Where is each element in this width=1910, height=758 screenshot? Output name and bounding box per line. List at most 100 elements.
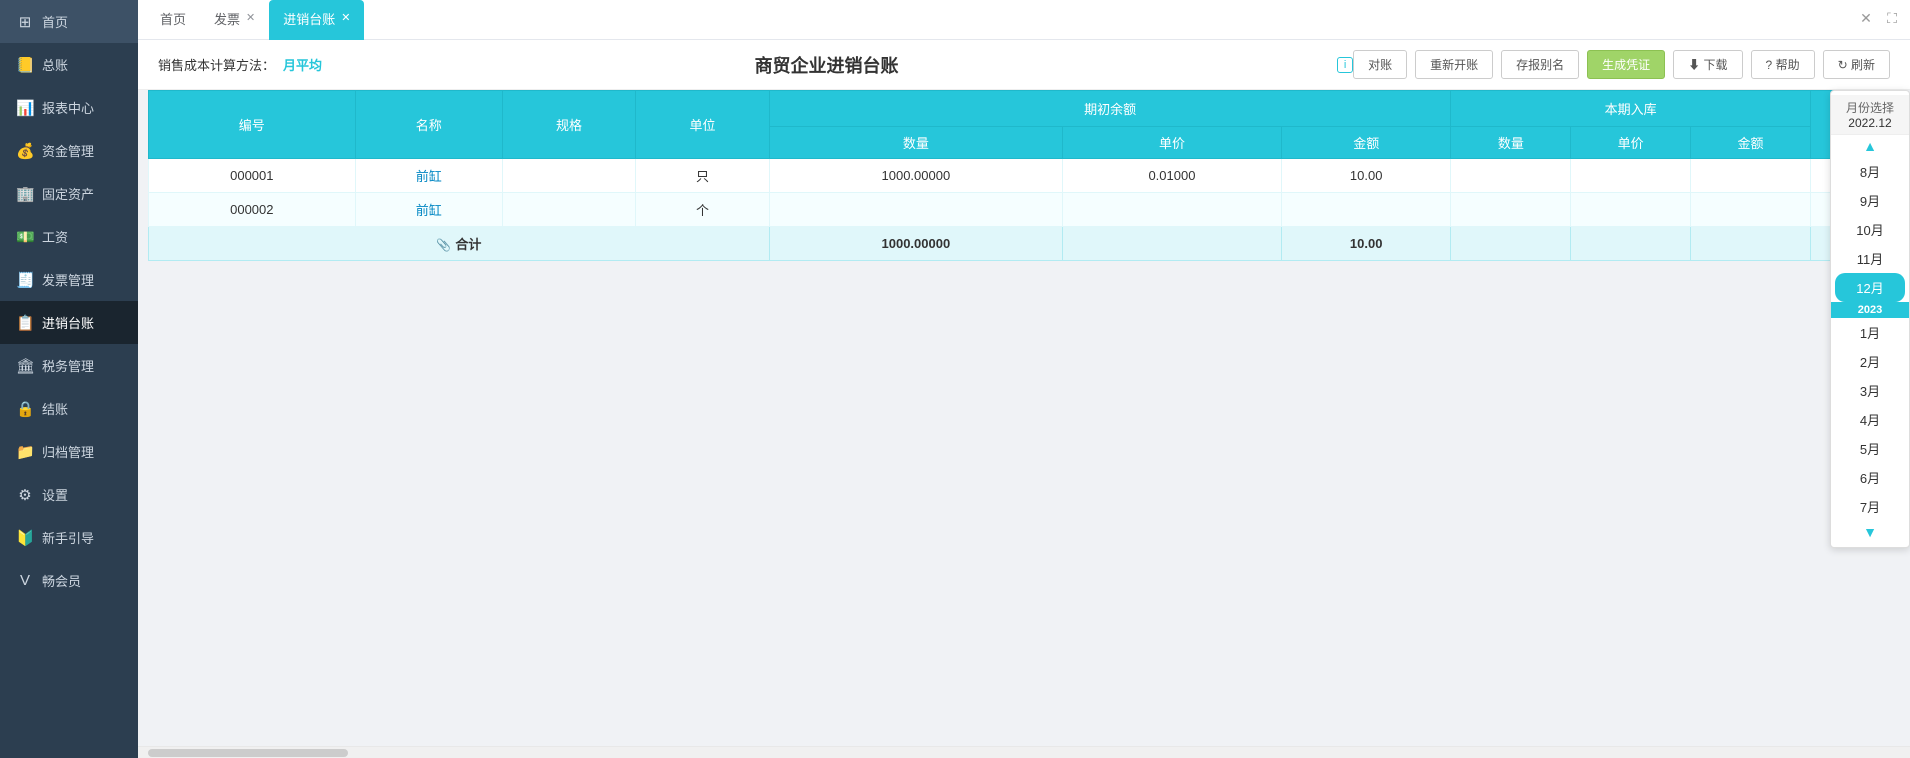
help-icon: ? xyxy=(1766,58,1773,72)
page-title: 商贸企业进销台账 xyxy=(322,52,1331,78)
tabs-bar: 首页发票✕进销台账✕ xyxy=(138,0,1910,40)
sidebar-item-home[interactable]: ⊞首页 xyxy=(0,0,138,43)
sidebar-item-ledger[interactable]: 📒总账 xyxy=(0,43,138,86)
cell-unit: 个 xyxy=(636,193,769,227)
maximize-window-button[interactable]: ⛶ xyxy=(1882,8,1902,28)
reopen-button[interactable]: 重新开账 xyxy=(1415,50,1493,79)
sub-qty-opening: 数量 xyxy=(769,127,1062,159)
archive-icon: 📁 xyxy=(16,443,34,461)
main-content: 首页发票✕进销台账✕ 销售成本计算方法： 月平均 商贸企业进销台账 i 对账 重… xyxy=(138,0,1910,758)
tab-close-invoice[interactable]: ✕ xyxy=(246,13,255,24)
save-as-button[interactable]: 存报别名 xyxy=(1501,50,1579,79)
sidebar-item-closing[interactable]: 🔒结账 xyxy=(0,387,138,430)
toolbar: 销售成本计算方法： 月平均 商贸企业进销台账 i 对账 重新开账 存报别名 生成… xyxy=(138,40,1910,90)
month-item-2022-8月[interactable]: 8月 xyxy=(1831,157,1909,186)
salary-icon: 💵 xyxy=(16,228,34,246)
sidebar-item-archive[interactable]: 📁归档管理 xyxy=(0,430,138,473)
name-link[interactable]: 前缸 xyxy=(416,169,442,184)
col-group-opening: 期初余额 xyxy=(769,91,1451,127)
cell-price-in xyxy=(1571,159,1691,193)
tab-home[interactable]: 首页 xyxy=(146,0,200,40)
tax-icon: 🏛 xyxy=(16,357,34,375)
toolbar-left: 销售成本计算方法： 月平均 xyxy=(158,55,322,74)
refresh-button[interactable]: ↻ 刷新 xyxy=(1823,50,1890,79)
table-header-top: 编号 名称 规格 单位 期初余额 本期入库 数 xyxy=(149,91,1900,127)
reconcile-button[interactable]: 对账 xyxy=(1353,50,1407,79)
sidebar-item-settings[interactable]: ⚙设置 xyxy=(0,473,138,516)
ledger-icon: 📒 xyxy=(16,56,34,74)
cell-code: 000002 xyxy=(149,193,356,227)
total-amount-in xyxy=(1691,227,1811,261)
tab-inventory[interactable]: 进销台账✕ xyxy=(269,0,364,40)
sidebar-label-funds: 资金管理 xyxy=(42,141,94,160)
month-item-2022-11月[interactable]: 11月 xyxy=(1831,244,1909,273)
sidebar-label-salary: 工资 xyxy=(42,227,68,246)
month-item-2023-3月[interactable]: 3月 xyxy=(1831,376,1909,405)
help-button[interactable]: ? 帮助 xyxy=(1751,50,1815,79)
name-link[interactable]: 前缸 xyxy=(416,203,442,218)
cell-amount-in xyxy=(1691,193,1811,227)
month-item-2022-9月[interactable]: 9月 xyxy=(1831,186,1909,215)
current-year-display: 2022.12 xyxy=(1848,116,1891,130)
cell-price-opening xyxy=(1062,193,1281,227)
cell-amount-in xyxy=(1691,159,1811,193)
guide-icon: 🔰 xyxy=(16,529,34,547)
sidebar-item-guide[interactable]: 🔰新手引导 xyxy=(0,516,138,559)
month-item-2023-7月[interactable]: 7月 xyxy=(1831,492,1909,521)
month-item-2022-10月[interactable]: 10月 xyxy=(1831,215,1909,244)
year-label-2023: 2023 xyxy=(1831,302,1909,318)
download-button[interactable]: ⬇ 下载 xyxy=(1673,50,1742,79)
sub-price-in: 单价 xyxy=(1571,127,1691,159)
month-scroll-up[interactable]: ▲ xyxy=(1831,135,1909,157)
tab-label-home: 首页 xyxy=(160,9,186,28)
cell-amount-opening xyxy=(1281,193,1451,227)
month-item-2023-6月[interactable]: 6月 xyxy=(1831,463,1909,492)
cell-name[interactable]: 前缸 xyxy=(355,159,502,193)
cell-spec xyxy=(502,193,635,227)
sidebar-item-assets[interactable]: 🏢固定资产 xyxy=(0,172,138,215)
total-price-opening xyxy=(1062,227,1281,261)
sidebar-item-funds[interactable]: 💰资金管理 xyxy=(0,129,138,172)
month-item-2023-4月[interactable]: 4月 xyxy=(1831,405,1909,434)
toolbar-title-wrap: 商贸企业进销台账 i xyxy=(322,52,1353,78)
refresh-icon: ↻ xyxy=(1838,58,1848,72)
sidebar-item-salary[interactable]: 💵 工资 xyxy=(0,215,138,258)
col-name: 名称 xyxy=(355,91,502,159)
bottom-scroll[interactable] xyxy=(138,746,1910,758)
sidebar-item-tax[interactable]: 🏛 税务管理 xyxy=(0,344,138,387)
reports-icon: 📊 xyxy=(16,99,34,117)
table-row: 000001 前缸 只 1000.00000 0.01000 10.00 xyxy=(149,159,1900,193)
window-controls: ✕ ⛶ xyxy=(1856,8,1902,28)
month-item-2023-2月[interactable]: 2月 xyxy=(1831,347,1909,376)
toolbar-right: 对账 重新开账 存报别名 生成凭证 ⬇ 下载 ? 帮助 ↻ 刷新 xyxy=(1353,50,1890,79)
scrollbar-thumb[interactable] xyxy=(148,749,348,757)
inventory-icon: 📋 xyxy=(16,314,34,332)
col-code: 编号 xyxy=(149,91,356,159)
total-qty-in xyxy=(1451,227,1571,261)
month-item-2023-1月[interactable]: 1月 xyxy=(1831,318,1909,347)
month-item-2023-5月[interactable]: 5月 xyxy=(1831,434,1909,463)
sidebar-label-tax: 税务管理 xyxy=(42,356,94,375)
generate-voucher-button[interactable]: 生成凭证 xyxy=(1587,50,1665,79)
month-item-2022-12月[interactable]: 12月 xyxy=(1835,273,1905,302)
sidebar-item-reports[interactable]: 📊报表中心 xyxy=(0,86,138,129)
sidebar-label-home: 首页 xyxy=(42,12,68,31)
month-scroll-down[interactable]: ▼ xyxy=(1831,521,1909,543)
sidebar-item-invoice-mgmt[interactable]: 🧾发票管理 xyxy=(0,258,138,301)
cell-qty-in xyxy=(1451,193,1571,227)
cost-method-label: 销售成本计算方法： xyxy=(158,55,275,74)
sidebar-item-member[interactable]: V畅会员 xyxy=(0,559,138,602)
sidebar-item-inventory[interactable]: 📋进销台账 xyxy=(0,301,138,344)
sub-amount-in: 金额 xyxy=(1691,127,1811,159)
invoice-mgmt-icon: 🧾 xyxy=(16,271,34,289)
close-window-button[interactable]: ✕ xyxy=(1856,8,1876,28)
tab-invoice[interactable]: 发票✕ xyxy=(200,0,269,40)
sidebar: ⊞首页📒总账📊报表中心💰资金管理🏢固定资产 💵 工资 🧾发票管理📋进销台账 🏛 税务管理 🔒… xyxy=(0,0,138,758)
download-icon: ⬇ xyxy=(1688,58,1700,72)
tab-close-inventory[interactable]: ✕ xyxy=(341,13,350,24)
total-price-in xyxy=(1571,227,1691,261)
member-icon: V xyxy=(16,572,34,589)
cell-spec xyxy=(502,159,635,193)
info-icon[interactable]: i xyxy=(1337,57,1353,73)
cell-name[interactable]: 前缸 xyxy=(355,193,502,227)
